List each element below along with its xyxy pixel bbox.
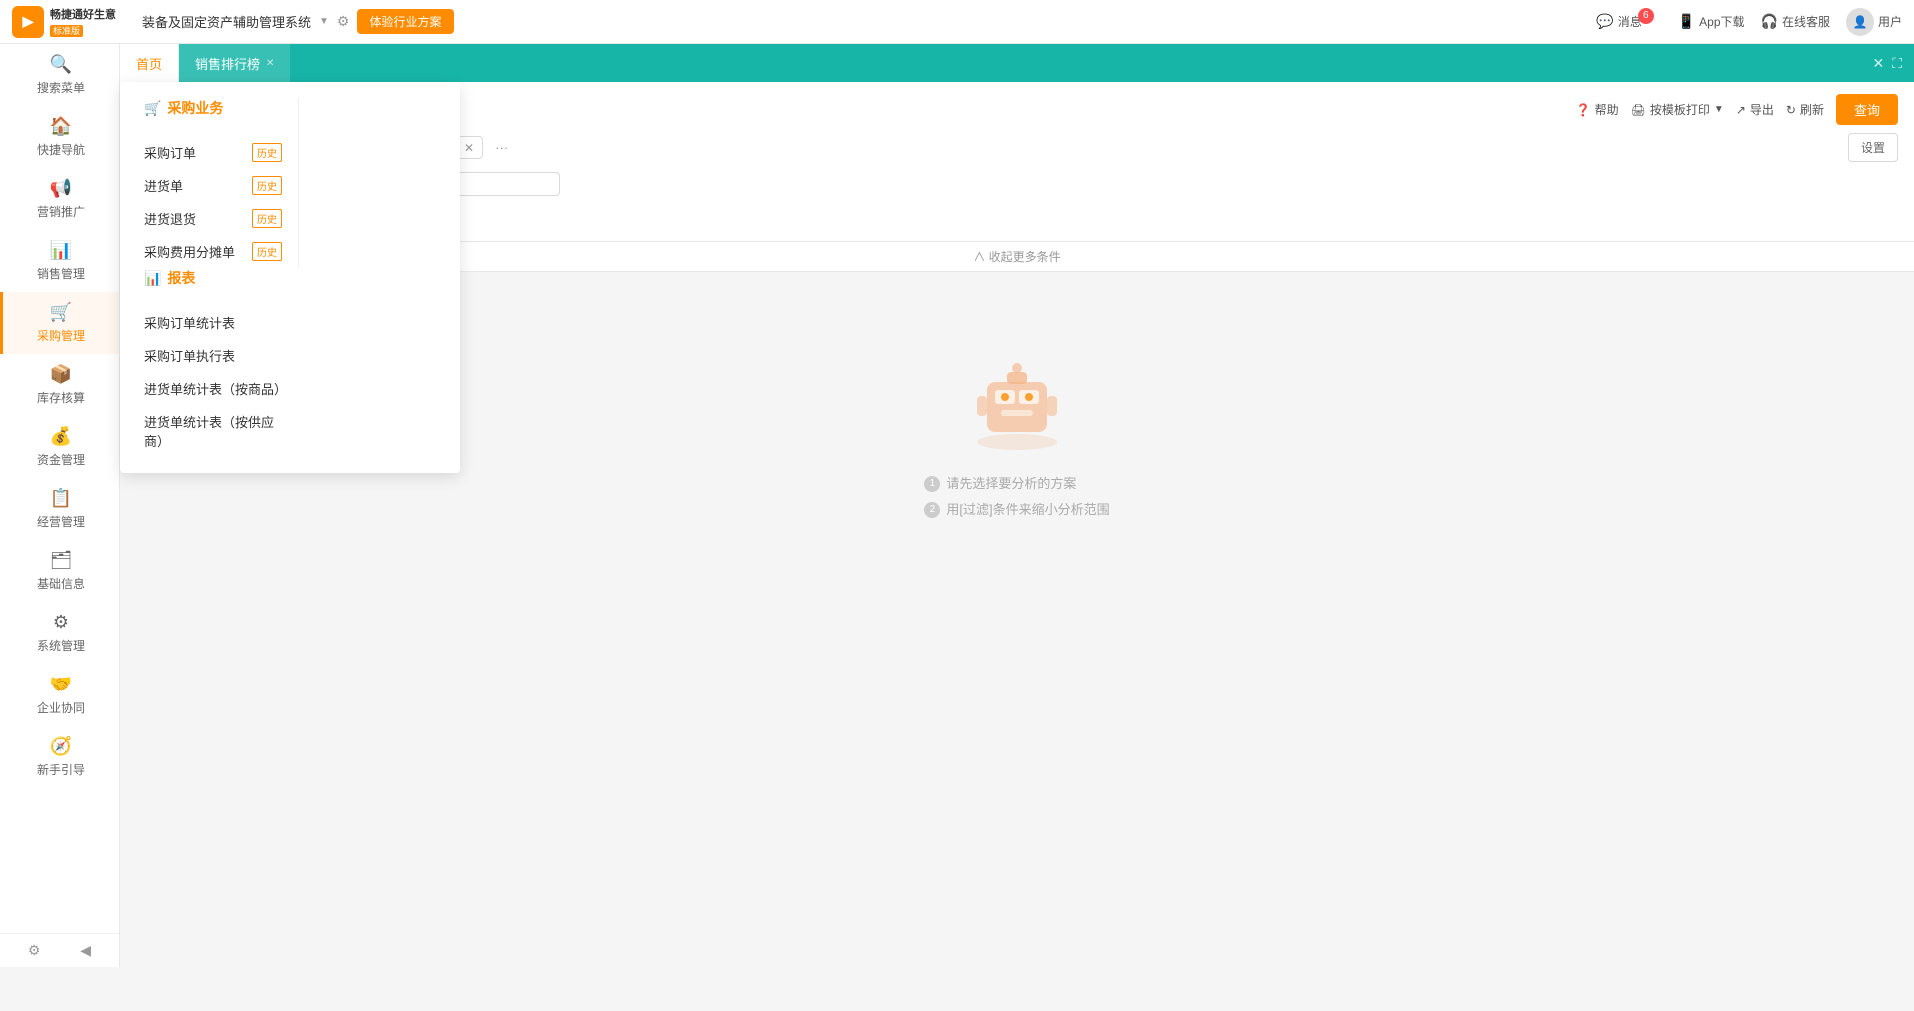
- enterprise-icon: 🤝: [50, 674, 72, 695]
- operation-icon: 📋: [50, 488, 72, 509]
- empty-tips: 1 请先选择要分析的方案 2 用[过滤]条件来缩小分析范围: [924, 471, 1109, 523]
- tab-expand-icon[interactable]: ⛶: [1892, 55, 1902, 72]
- purchase-menu-icon: 🛒: [144, 100, 161, 117]
- sidebar-item-marketing[interactable]: 📢 营销推广: [0, 168, 119, 230]
- menu-item-purchase-order[interactable]: 采购订单 历史: [144, 136, 282, 169]
- system-icon: ⚙: [53, 612, 69, 633]
- sidebar-item-search[interactable]: 🔍 搜索菜单: [0, 44, 119, 106]
- print-dropdown-icon[interactable]: ▼: [1714, 104, 1724, 115]
- tab-bar-controls: ✕ ⛶: [1872, 55, 1914, 72]
- collapse-up-icon: ∧: [973, 250, 985, 264]
- help-button[interactable]: ❓ 帮助: [1576, 101, 1619, 118]
- menu-section-purchase: 🛒 采购业务 采购订单 历史 进货单 历史 进货退货 历史 采购费用分摊单 历史: [136, 98, 290, 268]
- tab-home[interactable]: 首页: [120, 44, 179, 82]
- refresh-icon: ↻: [1786, 103, 1796, 117]
- menu-report-title: 📊 报表: [144, 268, 282, 294]
- settings-button[interactable]: 设置: [1848, 133, 1898, 162]
- report-menu-icon: 📊: [144, 270, 161, 287]
- sidebar-item-sales[interactable]: 📊 销售管理: [0, 230, 119, 292]
- purchase-icon: 🛒: [50, 302, 72, 323]
- headset-icon: 🎧: [1761, 13, 1778, 30]
- inbound-return-badge: 历史: [252, 209, 282, 228]
- sidebar-item-operation[interactable]: 📋 经营管理: [0, 478, 119, 540]
- logo: ▶ 畅捷通好生意 标准版: [12, 6, 132, 38]
- home-icon: 🏠: [50, 116, 72, 137]
- solution-button[interactable]: 体验行业方案: [357, 9, 453, 34]
- sidebar-item-purchase[interactable]: 🛒 采购管理: [0, 292, 119, 354]
- goods-tag-close-icon[interactable]: ✕: [464, 141, 474, 155]
- menu-item-inbound-stat-supplier[interactable]: 进货单统计表（按供应商）: [144, 405, 282, 457]
- sales-icon: 📊: [50, 240, 72, 261]
- purchase-order-badge: 历史: [252, 143, 282, 162]
- phone-icon: 📱: [1678, 13, 1695, 30]
- sidebar-item-capital[interactable]: 💰 资金管理: [0, 416, 119, 478]
- sidebar-collapse-icon[interactable]: ◀: [80, 942, 91, 959]
- online-service-button[interactable]: 🎧 在线客服: [1761, 13, 1830, 30]
- menu-item-inbound-return[interactable]: 进货退货 历史: [144, 202, 282, 235]
- app-download-button[interactable]: 📱 App下载: [1678, 13, 1745, 30]
- tab-bar: 首页 销售排行榜 ✕ ✕ ⛶: [120, 44, 1914, 82]
- search-icon: 🔍: [50, 54, 72, 75]
- logo-text: 畅捷通好生意 标准版: [50, 6, 116, 37]
- topbar-system: 装备及固定资产辅助管理系统 ▼ ⚙ 体验行业方案: [142, 9, 1596, 34]
- print-icon: 🖨: [1631, 103, 1646, 117]
- export-button[interactable]: ↗ 导出: [1736, 101, 1774, 118]
- tab-close-all-icon[interactable]: ✕: [1872, 55, 1884, 72]
- guide-icon: 🧭: [50, 736, 72, 757]
- purchase-dropdown-menu[interactable]: 🛒 采购业务 采购订单 历史 进货单 历史 进货退货 历史 采购费用分摊单 历史: [120, 82, 460, 473]
- sidebar: 🔍 搜索菜单 🏠 快捷导航 📢 营销推广 📊 销售管理 🛒 采购管理 📦 库存核…: [0, 44, 120, 967]
- print-button[interactable]: 🖨 按模板打印 ▼: [1631, 101, 1724, 118]
- empty-illustration: [957, 352, 1077, 452]
- menu-item-inbound[interactable]: 进货单 历史: [144, 169, 282, 202]
- query-button[interactable]: 查询: [1836, 94, 1898, 125]
- goods-ellipsis[interactable]: ···: [495, 140, 508, 155]
- system-dropdown-icon[interactable]: ▼: [319, 16, 329, 27]
- sidebar-item-enterprise[interactable]: 🤝 企业协同: [0, 664, 119, 726]
- inventory-icon: 📦: [50, 364, 72, 385]
- sidebar-item-inventory[interactable]: 📦 库存核算: [0, 354, 119, 416]
- menu-item-purchase-order-stat[interactable]: 采购订单统计表: [144, 306, 282, 339]
- sidebar-bottom: ⚙ ◀: [0, 933, 119, 967]
- topbar-right: 💬 消息 6 📱 App下载 🎧 在线客服 👤 用户: [1596, 8, 1902, 36]
- menu-item-purchase-expense[interactable]: 采购费用分摊单 历史: [144, 235, 282, 268]
- sidebar-settings-icon[interactable]: ⚙: [28, 942, 41, 959]
- menu-section-report: 📊 报表 采购订单统计表 采购订单执行表 进货单统计表（按商品） 进货单统计表（…: [136, 268, 290, 457]
- help-icon: ❓: [1576, 103, 1591, 117]
- tab-sales-rank[interactable]: 销售排行榜 ✕: [179, 44, 290, 82]
- purchase-expense-badge: 历史: [252, 242, 282, 261]
- system-name: 装备及固定资产辅助管理系统: [142, 12, 311, 31]
- menu-item-purchase-order-exec[interactable]: 采购订单执行表: [144, 339, 282, 372]
- message-icon: 💬: [1596, 13, 1613, 30]
- marketing-icon: 📢: [50, 178, 72, 199]
- message-badge: 6: [1638, 8, 1654, 24]
- empty-tip-2: 2 用[过滤]条件来缩小分析范围: [924, 497, 1109, 523]
- settings-icon[interactable]: ⚙: [337, 13, 350, 30]
- sidebar-item-guide[interactable]: 🧭 新手引导: [0, 726, 119, 788]
- capital-icon: 💰: [50, 426, 72, 447]
- toolbar-right: ❓ 帮助 🖨 按模板打印 ▼ ↗ 导出 ↻: [1576, 94, 1898, 125]
- logo-icon: ▶: [12, 6, 44, 38]
- menu-item-inbound-stat-goods[interactable]: 进货单统计表（按商品）: [144, 372, 282, 405]
- basic-icon: 🗂: [50, 550, 73, 571]
- sidebar-item-quick[interactable]: 🏠 快捷导航: [0, 106, 119, 168]
- settings-right: 设置: [1848, 133, 1898, 162]
- refresh-button[interactable]: ↻ 刷新: [1786, 101, 1824, 118]
- empty-tip-1: 1 请先选择要分析的方案: [924, 471, 1109, 497]
- user-avatar[interactable]: 👤 用户: [1846, 8, 1902, 36]
- export-icon: ↗: [1736, 103, 1746, 117]
- sidebar-item-system[interactable]: ⚙ 系统管理: [0, 602, 119, 664]
- tab-close-icon[interactable]: ✕: [266, 58, 274, 69]
- messages-button[interactable]: 💬 消息 6: [1596, 13, 1661, 30]
- inbound-badge: 历史: [252, 176, 282, 195]
- topbar: ▶ 畅捷通好生意 标准版 装备及固定资产辅助管理系统 ▼ ⚙ 体验行业方案 💬 …: [0, 0, 1914, 44]
- sidebar-item-basic[interactable]: 🗂 基础信息: [0, 540, 119, 602]
- menu-purchase-title: 🛒 采购业务: [144, 98, 282, 124]
- menu-divider: [298, 98, 299, 268]
- avatar: 👤: [1846, 8, 1874, 36]
